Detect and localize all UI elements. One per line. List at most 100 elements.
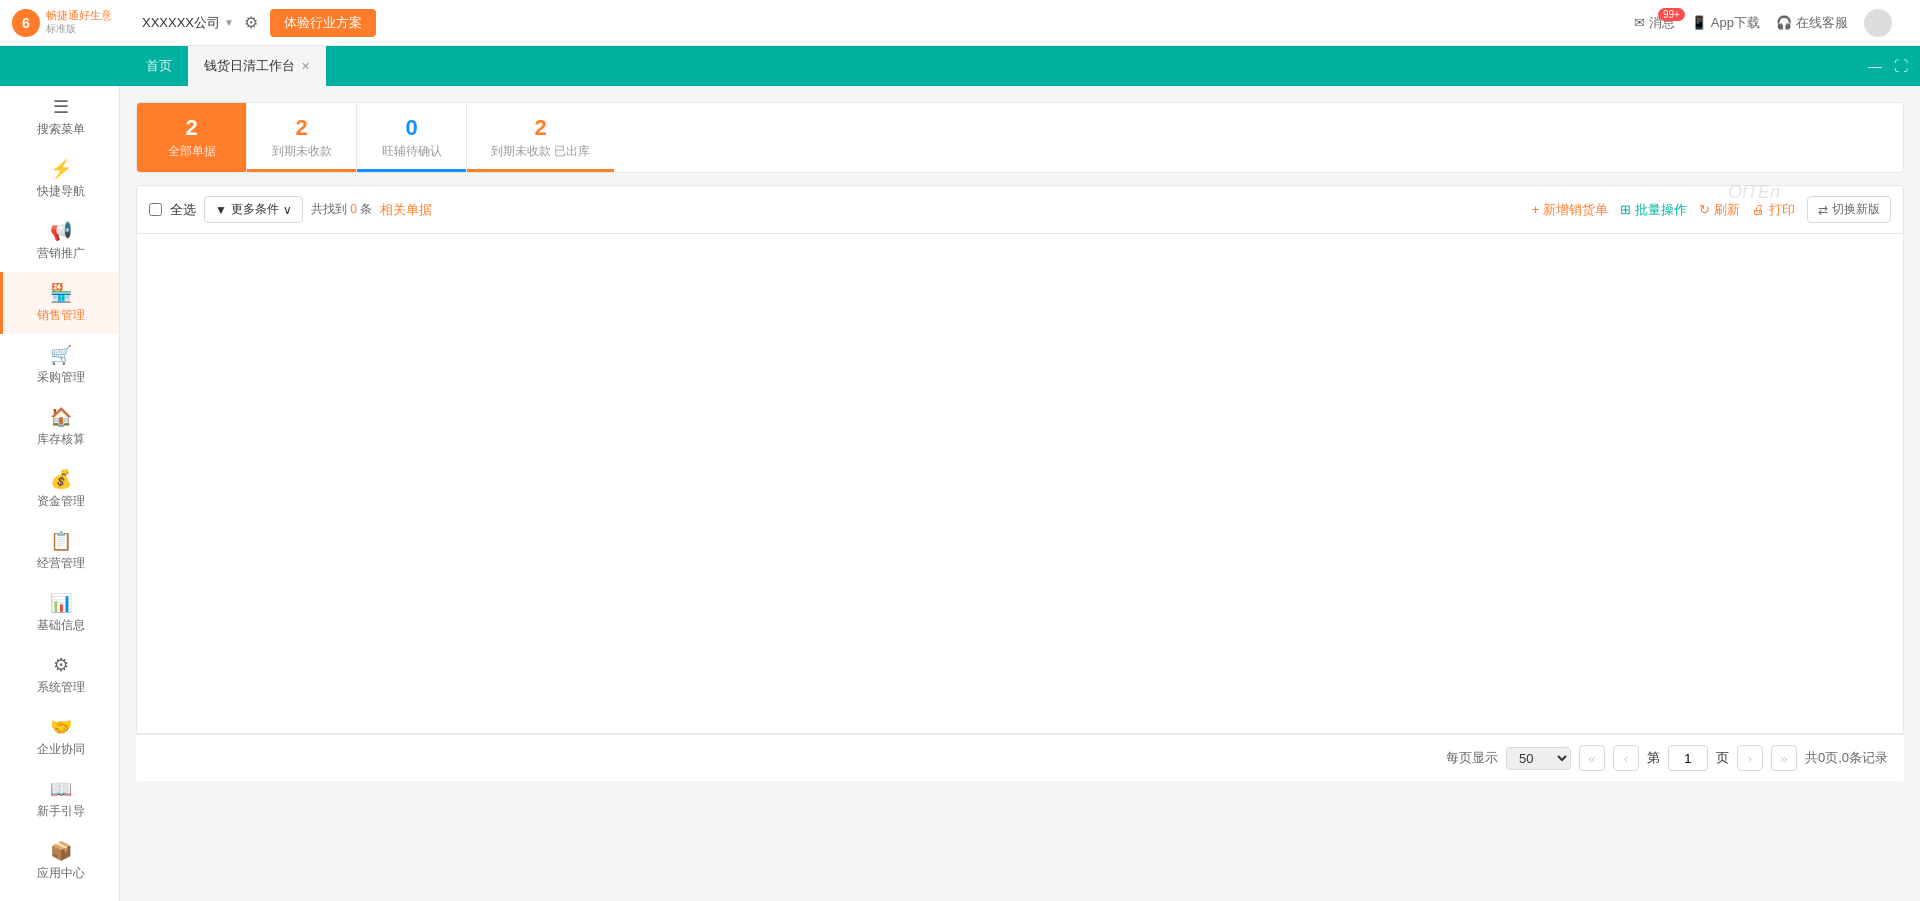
purchase-icon: 🛒 — [50, 344, 72, 366]
settings-icon[interactable]: ⚙ — [244, 13, 258, 32]
sidebar-item-sales[interactable]: 🏪 销售管理 — [0, 272, 119, 334]
sidebar-item-marketing[interactable]: 📢 营销推广 — [0, 210, 119, 272]
refresh-button[interactable]: ↻ 刷新 — [1699, 201, 1740, 219]
sidebar-item-app-center[interactable]: 📦 应用中心 — [0, 830, 119, 892]
print-icon: 🖨 — [1752, 202, 1765, 217]
card-all[interactable]: 2 全部单据 — [137, 103, 247, 172]
inventory-icon: 🏠 — [50, 406, 72, 428]
sidebar-item-inventory[interactable]: 🏠 库存核算 — [0, 396, 119, 458]
message-badge: 99+ — [1658, 8, 1685, 21]
nav-tabs: 首页 钱货日清工作台 ✕ — ⛶ — [0, 46, 1920, 86]
card-overdue-shipped-num: 2 — [535, 115, 547, 141]
card-overdue-underline — [247, 169, 356, 172]
sidebar-label-cooperation: 企业协同 — [37, 741, 85, 758]
last-page-button[interactable]: » — [1771, 745, 1797, 771]
cooperation-icon: 🤝 — [50, 716, 72, 738]
sidebar-item-guide[interactable]: 📖 新手引导 — [0, 768, 119, 830]
try-industry-button[interactable]: 体验行业方案 — [270, 9, 376, 37]
guide-icon: 📖 — [50, 778, 72, 800]
chevron-down-icon: ▼ — [224, 17, 234, 28]
search-menu-icon: ☰ — [53, 96, 69, 118]
print-button[interactable]: 🖨 打印 — [1752, 201, 1795, 219]
sidebar-label-basics: 基础信息 — [37, 617, 85, 634]
logo-name: 畅捷通好生意 — [46, 9, 112, 22]
sidebar-label-operation: 经营管理 — [37, 555, 85, 572]
close-tab-icon[interactable]: ✕ — [301, 60, 310, 73]
sidebar-item-system[interactable]: ⚙ 系统管理 — [0, 644, 119, 706]
card-overdue-shipped-underline — [467, 169, 614, 172]
sidebar-item-wechat[interactable]: 💬 企业微信 — [0, 892, 119, 901]
headset-icon: 🎧 — [1776, 15, 1792, 30]
sidebar-item-cooperation[interactable]: 🤝 企业协同 — [0, 706, 119, 768]
sidebar-item-operation[interactable]: 📋 经营管理 — [0, 520, 119, 582]
phone-icon: 📱 — [1691, 15, 1707, 30]
refresh-icon: ↻ — [1699, 202, 1710, 217]
sidebar-item-finance[interactable]: 💰 资金管理 — [0, 458, 119, 520]
sidebar-item-purchase[interactable]: 🛒 采购管理 — [0, 334, 119, 396]
app-download-item[interactable]: 📱 App下载 — [1691, 14, 1760, 32]
company-name: XXXXXX公司 — [142, 14, 220, 32]
total-info: 共0页,0条记录 — [1805, 749, 1888, 767]
top-bar: 6 畅捷通好生意 标准版 XXXXXX公司 ▼ ⚙ 体验行业方案 ✉ 消息 99… — [0, 0, 1920, 46]
tab-actions: — ⛶ — [1868, 58, 1920, 74]
toolbar-right: + 新增销货单 ⊞ 批量操作 ↻ 刷新 🖨 打印 ⇄ 切换新版 — [1532, 196, 1891, 223]
filter-chevron-icon: ∨ — [283, 203, 292, 217]
sidebar-label-purchase: 采购管理 — [37, 369, 85, 386]
page-prefix: 第 — [1647, 749, 1660, 767]
card-pending-underline — [357, 169, 466, 172]
pagination: 每页显示 50 « ‹ 第 页 › » 共0页,0条记录 — [136, 734, 1904, 781]
related-orders-link[interactable]: 相关单据 — [380, 201, 432, 219]
tab-home[interactable]: 首页 — [130, 46, 188, 86]
sidebar: ☰ 搜索菜单 ⚡ 快捷导航 📢 营销推广 🏪 销售管理 🛒 采购管理 🏠 库存核… — [0, 86, 120, 901]
app-center-icon: 📦 — [50, 840, 72, 862]
next-page-button[interactable]: › — [1737, 745, 1763, 771]
card-overdue-label: 到期未收款 — [272, 143, 332, 160]
sidebar-item-quick-nav[interactable]: ⚡ 快捷导航 — [0, 148, 119, 210]
toolbar-left: 全选 ▼ 更多条件 ∨ 共找到 0 条 相关单据 — [149, 196, 432, 223]
tab-workbench[interactable]: 钱货日清工作台 ✕ — [188, 46, 326, 86]
operation-icon: 📋 — [50, 530, 72, 552]
first-page-button[interactable]: « — [1579, 745, 1605, 771]
add-sales-order-button[interactable]: + 新增销货单 — [1532, 201, 1608, 219]
marketing-icon: 📢 — [50, 220, 72, 242]
minimize-icon[interactable]: — — [1868, 58, 1882, 74]
batch-icon: ⊞ — [1620, 202, 1631, 217]
per-page-select[interactable]: 50 — [1506, 747, 1571, 770]
page-input[interactable] — [1668, 745, 1708, 771]
system-icon: ⚙ — [53, 654, 69, 676]
sidebar-label-guide: 新手引导 — [37, 803, 85, 820]
sidebar-label-system: 系统管理 — [37, 679, 85, 696]
card-all-num: 2 — [185, 115, 197, 141]
finance-icon: 💰 — [50, 468, 72, 490]
switch-version-button[interactable]: ⇄ 切换新版 — [1807, 196, 1891, 223]
message-item[interactable]: ✉ 消息 99+ — [1634, 14, 1675, 32]
online-service-item[interactable]: 🎧 在线客服 — [1776, 14, 1848, 32]
filter-button[interactable]: ▼ 更多条件 ∨ — [204, 196, 303, 223]
per-page-label: 每页显示 — [1446, 749, 1498, 767]
sidebar-item-search-menu[interactable]: ☰ 搜索菜单 — [0, 86, 119, 148]
card-overdue[interactable]: 2 到期未收款 — [247, 103, 357, 172]
avatar[interactable] — [1864, 9, 1892, 37]
often-watermark: OfTEn — [1728, 182, 1780, 203]
batch-operations-button[interactable]: ⊞ 批量操作 — [1620, 201, 1687, 219]
filter-icon: ▼ — [215, 203, 227, 217]
switch-icon: ⇄ — [1818, 203, 1828, 217]
card-overdue-shipped[interactable]: 2 到期未收款 已出库 — [467, 103, 614, 172]
quick-nav-icon: ⚡ — [50, 158, 72, 180]
select-all-checkbox[interactable] — [149, 203, 162, 216]
card-pending-num: 0 — [405, 115, 417, 141]
logo-area: 6 畅捷通好生意 标准版 — [12, 9, 132, 37]
count-text: 共找到 0 条 — [311, 201, 372, 218]
sidebar-item-basics[interactable]: 📊 基础信息 — [0, 582, 119, 644]
sidebar-label-finance: 资金管理 — [37, 493, 85, 510]
main-content: 2 全部单据 2 到期未收款 0 旺辅待确认 2 到期未收款 已出库 全选 ▼ … — [120, 86, 1920, 901]
sidebar-label-inventory: 库存核算 — [37, 431, 85, 448]
prev-page-button[interactable]: ‹ — [1613, 745, 1639, 771]
card-all-label: 全部单据 — [168, 143, 216, 160]
maximize-icon[interactable]: ⛶ — [1894, 58, 1908, 74]
card-pending[interactable]: 0 旺辅待确认 — [357, 103, 467, 172]
sales-icon: 🏪 — [50, 282, 72, 304]
company-selector[interactable]: XXXXXX公司 ▼ — [142, 14, 234, 32]
table-area — [136, 234, 1904, 734]
logo-sub: 标准版 — [46, 22, 112, 36]
